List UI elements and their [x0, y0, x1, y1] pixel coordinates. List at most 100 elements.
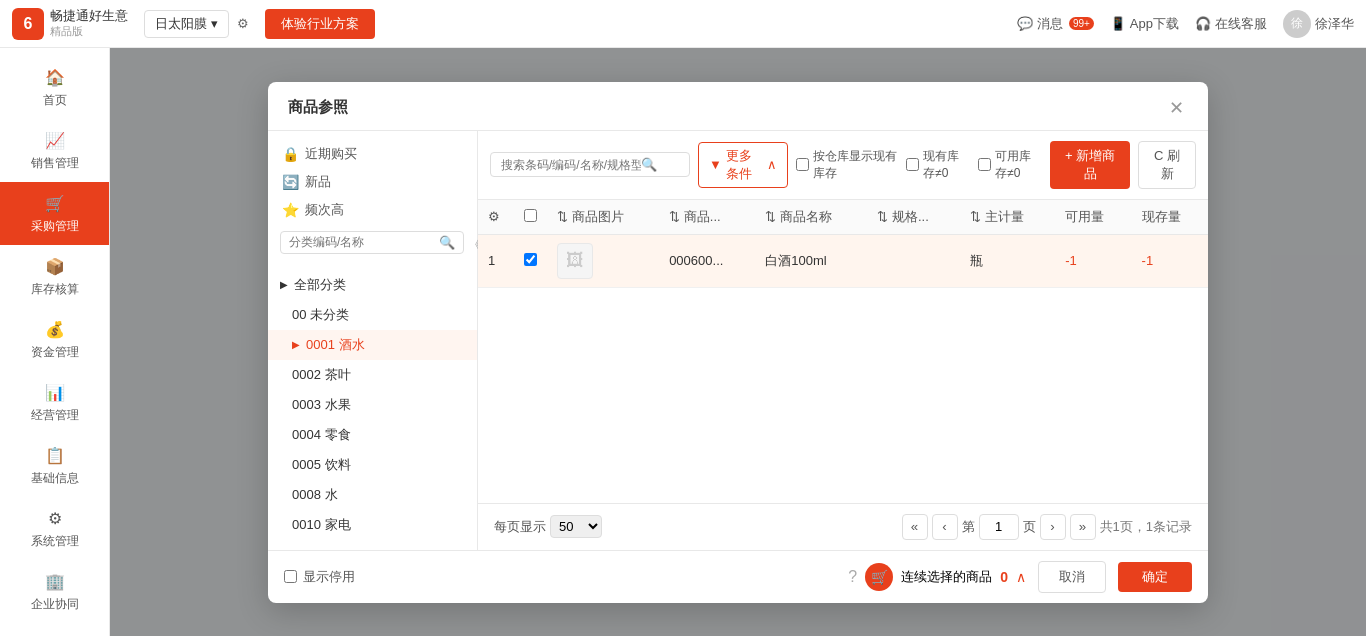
last-page-button[interactable]: »	[1070, 514, 1096, 540]
category-search-box[interactable]: 🔍	[280, 231, 464, 254]
row-available: -1	[1055, 234, 1131, 287]
page-number-input[interactable]	[979, 514, 1019, 540]
cat-alcohol[interactable]: ▶ 0001 酒水	[268, 330, 477, 360]
close-icon[interactable]: ✕	[1164, 96, 1188, 120]
modal-right-panel: 🔍 ▼ 更多条件 ∧ 按仓库显示现有库存	[478, 131, 1208, 550]
available-filter-checkbox[interactable]: 现有库存≠0	[906, 148, 970, 182]
logo-area: 6 畅捷通好生意 精品版	[12, 8, 128, 40]
new-product-filter[interactable]: 🔄 新品	[272, 169, 473, 195]
usable-checkbox[interactable]	[978, 158, 991, 171]
product-search-bar[interactable]: 🔍	[490, 152, 690, 177]
product-search-input[interactable]	[501, 158, 641, 172]
warehouse-checkbox[interactable]	[796, 158, 809, 171]
recent-buy-icon: 🔒	[282, 146, 299, 162]
messages-badge: 99+	[1069, 17, 1094, 30]
more-filter-button[interactable]: ▼ 更多条件 ∧	[698, 142, 788, 188]
available-checkbox[interactable]	[906, 158, 919, 171]
modal-footer: 显示停用 ? 🛒 连续选择的商品 0 ∧ 取消 确定	[268, 550, 1208, 603]
online-service-button[interactable]: 🎧 在线客服	[1195, 15, 1267, 33]
category-search-input[interactable]	[289, 235, 439, 249]
add-product-button[interactable]: + 新增商品	[1050, 141, 1130, 189]
user-avatar[interactable]: 徐 徐泽华	[1283, 10, 1354, 38]
show-disabled-checkbox[interactable]: 显示停用	[284, 568, 355, 586]
content-area: 商品参照 ✕ 🔒 近期购买 🔄	[110, 48, 1366, 636]
cat-fruit[interactable]: 0003 水果	[268, 390, 477, 420]
sidebar-label-purchase: 采购管理	[31, 218, 79, 235]
disabled-checkbox[interactable]	[284, 570, 297, 583]
cat-snacks[interactable]: 0004 零食	[268, 420, 477, 450]
page-size-select[interactable]: 50 100 200	[550, 515, 602, 538]
row-stock: -1	[1132, 234, 1208, 287]
sort-icon-unit[interactable]: ⇅	[970, 209, 981, 224]
cat-unsorted[interactable]: 00 未分类	[268, 300, 477, 330]
sidebar-item-guide[interactable]: 🔰 新手引导	[0, 623, 109, 636]
app-download-button[interactable]: 📱 App下载	[1110, 15, 1179, 33]
col-name: ⇅ 商品名称	[755, 200, 867, 235]
cat-all[interactable]: ▶ 全部分类	[268, 270, 477, 300]
sidebar-item-enterprise[interactable]: 🏢 企业协同	[0, 560, 109, 623]
row-spec	[867, 234, 960, 287]
sidebar-item-system[interactable]: ⚙ 系统管理	[0, 497, 109, 560]
search-icon[interactable]: 🔍	[641, 157, 657, 172]
page-size-selector[interactable]: 每页显示 50 100 200	[494, 515, 602, 538]
messages-button[interactable]: 💬 消息 99+	[1017, 15, 1094, 33]
table-header: ⚙ ⇅ 商品图片 ⇅ 商品... ⇅ 商品名称 ⇅ 规格... ⇅ 主计量 可用…	[478, 200, 1208, 235]
modal-toolbar: 🔍 ▼ 更多条件 ∧ 按仓库显示现有库存	[478, 131, 1208, 200]
warehouse-filter-checkbox[interactable]: 按仓库显示现有库存	[796, 148, 898, 182]
col-checkbox[interactable]	[514, 200, 547, 235]
cart-icon: 🛒	[865, 563, 893, 591]
next-page-button[interactable]: ›	[1040, 514, 1066, 540]
logo-icon: 6	[12, 8, 44, 40]
sidebar-label-inventory: 库存核算	[31, 281, 79, 298]
sort-icon-name[interactable]: ⇅	[765, 209, 776, 224]
new-product-icon: 🔄	[282, 174, 299, 190]
sidebar-item-finance[interactable]: 💰 资金管理	[0, 308, 109, 371]
row-checkbox-cell[interactable]	[514, 234, 547, 287]
cancel-button[interactable]: 取消	[1038, 561, 1106, 593]
sidebar-item-sales[interactable]: 📈 销售管理	[0, 119, 109, 182]
col-unit: ⇅ 主计量	[960, 200, 1055, 235]
sort-icon-spec[interactable]: ⇅	[877, 209, 888, 224]
sidebar-label-finance: 资金管理	[31, 344, 79, 361]
nav-dropdown[interactable]: 日太阳膜 ▾	[144, 10, 229, 38]
logo-text: 畅捷通好生意	[50, 8, 128, 24]
sort-icon-code[interactable]: ⇅	[669, 209, 680, 224]
sidebar-item-home[interactable]: 🏠 首页	[0, 56, 109, 119]
cat-tea[interactable]: 0002 茶叶	[268, 360, 477, 390]
row-checkbox[interactable]	[524, 253, 537, 266]
sidebar-item-business[interactable]: 📊 经营管理	[0, 371, 109, 434]
refresh-button[interactable]: C 刷新	[1138, 141, 1196, 189]
first-page-button[interactable]: «	[902, 514, 928, 540]
sidebar-label-system: 系统管理	[31, 533, 79, 550]
collapse-icon[interactable]: ∧	[1016, 569, 1026, 585]
usable-filter-checkbox[interactable]: 可用库存≠0	[978, 148, 1042, 182]
gear-icon[interactable]: ⚙	[229, 10, 257, 38]
help-icon[interactable]: ?	[848, 568, 857, 586]
select-all-checkbox[interactable]	[524, 209, 537, 222]
prev-page-button[interactable]: ‹	[932, 514, 958, 540]
sidebar-item-inventory[interactable]: 📦 库存核算	[0, 245, 109, 308]
recent-buy-filter[interactable]: 🔒 近期购买	[272, 141, 473, 167]
confirm-button[interactable]: 确定	[1118, 562, 1192, 592]
selected-count: 0	[1000, 569, 1008, 585]
row-img-cell: 🖼	[547, 234, 659, 287]
sidebar-label-sales: 销售管理	[31, 155, 79, 172]
chevron-down-icon: ▾	[211, 16, 218, 31]
frequent-filter[interactable]: ⭐ 频次高	[272, 197, 473, 223]
sidebar-item-purchase[interactable]: 🛒 采购管理	[0, 182, 109, 245]
product-table: ⚙ ⇅ 商品图片 ⇅ 商品... ⇅ 商品名称 ⇅ 规格... ⇅ 主计量 可用…	[478, 200, 1208, 503]
sort-icon[interactable]: ⇅	[557, 209, 568, 224]
sidebar-item-basics[interactable]: 📋 基础信息	[0, 434, 109, 497]
table-row[interactable]: 1 🖼 000600... 白酒100ml 瓶	[478, 234, 1208, 287]
cat-water[interactable]: 0008 水	[268, 480, 477, 510]
business-icon: 📊	[44, 381, 66, 403]
chevron-up-icon: ∧	[767, 157, 777, 172]
exp-button[interactable]: 体验行业方案	[265, 9, 375, 39]
cat-appliances[interactable]: 0010 家电	[268, 510, 477, 540]
modal-title: 商品参照	[288, 98, 348, 117]
category-search-icon[interactable]: 🔍	[439, 235, 455, 250]
continuous-select: ? 🛒 连续选择的商品 0 ∧	[848, 563, 1026, 591]
col-available: 可用量	[1055, 200, 1131, 235]
col-settings[interactable]: ⚙	[478, 200, 514, 235]
cat-drinks[interactable]: 0005 饮料	[268, 450, 477, 480]
